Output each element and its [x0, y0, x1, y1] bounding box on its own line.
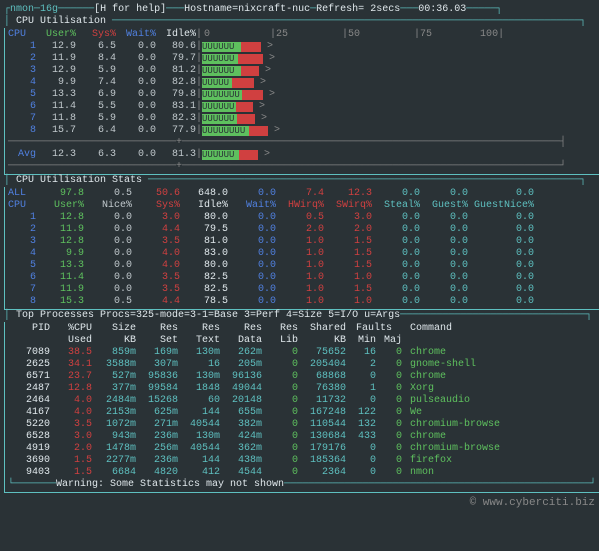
- cpu-stats-row: 2 11.9 0.0 4.4 79.5 0.0 2.0 2.0 0.0 0.0 …: [8, 224, 599, 236]
- cpu-row: 1 12.9 6.5 0.0 80.6 |UUUUUU >: [8, 41, 599, 53]
- cpu-row: 5 13.3 6.9 0.0 79.8 |UUUUUUU >: [8, 89, 599, 101]
- cpu-stats-row: 3 12.8 0.0 3.5 81.0 0.0 1.0 1.5 0.0 0.0 …: [8, 236, 599, 248]
- process-row: 6528 3.0 943m 236m 130m 424m 0 130684 43…: [8, 431, 599, 443]
- process-row: 2625 34.1 3588m 307m 16 205m 0 205404 2 …: [8, 359, 599, 371]
- cpu-row: 2 11.9 8.4 0.0 79.7 |UUUUUU >: [8, 53, 599, 65]
- process-row: 5220 3.5 1072m 271m 40544 382m 0 110544 …: [8, 419, 599, 431]
- cpu-row: 4 9.9 7.4 0.0 82.8 |UUUUU >: [8, 77, 599, 89]
- cpu-util-panel: CPU User% Sys% Wait% Idle% |0 |25 |50 |7…: [4, 28, 599, 175]
- process-row: 2487 12.8 377m 99584 1848 49044 0 76380 …: [8, 383, 599, 395]
- header-line: ┌nmon─16g──────[H for help]───Hostname=n…: [4, 4, 599, 16]
- cpu-stats-header: CPU User% Nice% Sys% Idle% Wait% HWirq% …: [8, 200, 599, 212]
- process-row: 7089 38.5 859m 169m 130m 262m 0 75652 16…: [8, 347, 599, 359]
- process-row: 3690 1.5 2277m 236m 144 438m 0 185364 0 …: [8, 455, 599, 467]
- cpu-stats-row: 4 9.9 0.0 4.0 83.0 0.0 1.0 1.5 0.0 0.0 0…: [8, 248, 599, 260]
- process-row: 4919 2.0 1478m 256m 40544 362m 0 179176 …: [8, 443, 599, 455]
- cpu-stats-row: 5 13.3 0.0 4.0 80.0 0.0 1.0 1.5 0.0 0.0 …: [8, 260, 599, 272]
- cpu-row: 6 11.4 5.5 0.0 83.1 |UUUUUU >: [8, 101, 599, 113]
- footer-credit: © www.cyberciti.biz: [4, 493, 599, 514]
- cpu-stats-row: 8 15.3 0.5 4.4 78.5 0.0 1.0 1.0 0.0 0.0 …: [8, 296, 599, 308]
- process-row: 4167 4.0 2153m 625m 144 655m 0 167248 12…: [8, 407, 599, 419]
- cpu-util-sep2: ────────────────────────────+───────────…: [8, 161, 599, 173]
- top-header-1: PID %CPU Size Res Res Res Res Shared Fau…: [8, 323, 599, 335]
- cpu-stats-row: 7 11.9 0.0 3.5 82.5 0.0 1.0 1.5 0.0 0.0 …: [8, 284, 599, 296]
- cpu-stats-row: 1 12.8 0.0 3.0 80.0 0.0 0.5 3.0 0.0 0.0 …: [8, 212, 599, 224]
- cpu-util-sep: ────────────────────────────+───────────…: [8, 137, 599, 149]
- process-row: 2464 4.0 2484m 15268 60 20148 0 11732 0 …: [8, 395, 599, 407]
- cpu-stats-row: 6 11.4 0.0 3.5 82.5 0.0 1.0 1.0 0.0 0.0 …: [8, 272, 599, 284]
- process-row: 6571 23.7 527m 95836 130m 96136 0 68868 …: [8, 371, 599, 383]
- top-warn: └───────Warning: Some Statistics may not…: [8, 479, 599, 491]
- section-cpu-util-title: │ CPU Utilisation ──────────────────────…: [4, 16, 599, 28]
- cpu-stats-all: ALL 97.8 0.5 50.6 648.0 0.0 7.4 12.3 0.0…: [8, 188, 599, 200]
- process-row: 9403 1.5 6684 4820 412 4544 0 2364 0 0 n…: [8, 467, 599, 479]
- section-top-title: │ Top Processes Procs=325-mode=3-1=Base …: [4, 310, 599, 322]
- section-cpu-stats-title: │ CPU Utilisation Stats ────────────────…: [4, 175, 599, 187]
- cpu-row: 8 15.7 6.4 0.0 77.9 |UUUUUUUU >: [8, 125, 599, 137]
- top-panel: PID %CPU Size Res Res Res Res Shared Fau…: [4, 322, 599, 493]
- cpu-row: 3 12.9 5.9 0.0 81.2 |UUUUUU >: [8, 65, 599, 77]
- cpu-util-header: CPU User% Sys% Wait% Idle% |0 |25 |50 |7…: [8, 29, 599, 41]
- cpu-row: 7 11.8 5.9 0.0 82.3 |UUUUUU >: [8, 113, 599, 125]
- cpu-stats-panel: ALL 97.8 0.5 50.6 648.0 0.0 7.4 12.3 0.0…: [4, 187, 599, 310]
- top-header-2: Used KB Set Text Data Lib KB Min Maj: [8, 335, 599, 347]
- cpu-row: Avg 12.3 6.3 0.0 81.3 |UUUUUU >: [8, 149, 599, 161]
